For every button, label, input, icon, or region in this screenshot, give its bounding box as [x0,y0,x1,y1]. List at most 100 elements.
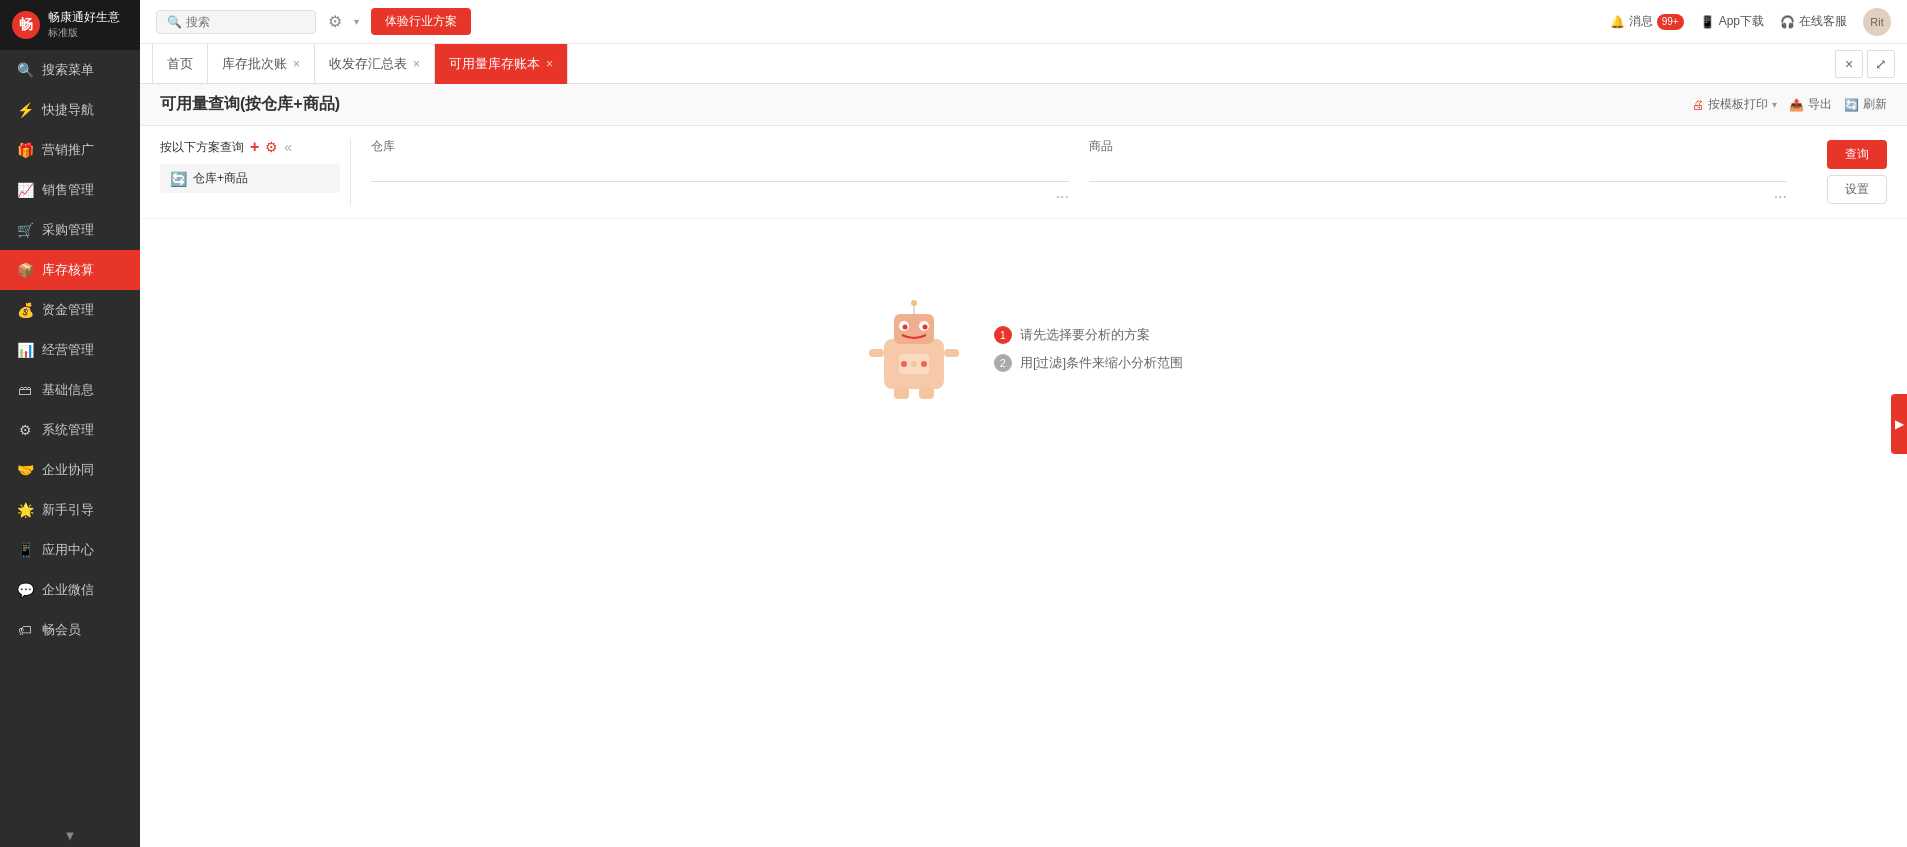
dropdown-arrow-icon[interactable]: ▾ [354,16,359,27]
tip-num-1: 1 [994,326,1012,344]
chat-icon: 💬 [16,581,34,599]
page-header-actions: 🖨 按模板打印 ▾ 📤 导出 🔄 刷新 [1692,96,1887,113]
search-icon: 🔍 [167,15,182,29]
tab-home[interactable]: 首页 [152,44,208,84]
tab-close-button[interactable]: × [1835,50,1863,78]
tabbar: 首页 库存批次账 × 收发存汇总表 × 可用量库存账本 × × ⤢ [140,44,1907,84]
filter-warehouse-input[interactable] [371,159,1069,182]
gift-icon: 🎁 [16,141,34,159]
message-button[interactable]: 🔔 消息 99+ [1610,13,1684,30]
online-service-label: 在线客服 [1799,13,1847,30]
sidebar-item-quicknav[interactable]: ⚡ 快捷导航 [0,90,140,130]
topbar: 🔍 ⚙ ▾ 体验行业方案 🔔 消息 99+ 📱 App下载 🎧 在线客服 Rit [140,0,1907,44]
svg-rect-11 [919,387,934,399]
refresh-button[interactable]: 🔄 刷新 [1844,96,1887,113]
online-service-button[interactable]: 🎧 在线客服 [1780,13,1847,30]
tab-batch-account-close[interactable]: × [293,58,300,70]
sidebar-item-label: 畅会员 [42,621,81,639]
tab-receipt-summary[interactable]: 收发存汇总表 × [315,44,435,84]
sidebar-item-label: 库存核算 [42,261,94,279]
topbar-search-box[interactable]: 🔍 [156,10,316,34]
sidebar-item-finance[interactable]: 💰 资金管理 [0,290,140,330]
sidebar-item-appcenter[interactable]: 📱 应用中心 [0,530,140,570]
chart-icon: 📈 [16,181,34,199]
tab-receipt-summary-close[interactable]: × [413,58,420,70]
chevron-down-icon: ▼ [64,828,77,843]
search-icon: 🔍 [16,61,34,79]
sidebar-scroll-down[interactable]: ▼ [0,824,140,847]
tab-receipt-summary-label: 收发存汇总表 [329,55,407,73]
message-label: 消息 [1629,13,1653,30]
sidebar-item-guide[interactable]: 🌟 新手引导 [0,490,140,530]
filter-goods-input[interactable] [1089,159,1787,182]
sidebar-item-member[interactable]: 🏷 畅会员 [0,610,140,650]
app-download-button[interactable]: 📱 App下载 [1700,13,1764,30]
export-button[interactable]: 📤 导出 [1789,96,1832,113]
sidebar-item-search[interactable]: 🔍 搜索菜单 [0,50,140,90]
empty-tips: 1 请先选择要分析的方案 2 用[过滤]条件来缩小分析范围 [994,326,1183,372]
tab-expand-button[interactable]: ⤢ [1867,50,1895,78]
sidebar-item-system[interactable]: ⚙ 系统管理 [0,410,140,450]
industry-solution-button[interactable]: 体验行业方案 [371,8,471,35]
tab-home-label: 首页 [167,55,193,73]
empty-tip-2: 2 用[过滤]条件来缩小分析范围 [994,354,1183,372]
tab-available-account-close[interactable]: × [546,58,553,70]
settings-schema-icon[interactable]: ⚙ [265,139,278,155]
tab-batch-account[interactable]: 库存批次账 × [208,44,315,84]
box-icon: 📦 [16,261,34,279]
sidebar-item-operation[interactable]: 📊 经营管理 [0,330,140,370]
filter-schema-panel: 按以下方案查询 + ⚙ « 🔄 仓库+商品 [160,138,340,193]
filter-schema-title: 按以下方案查询 [160,139,244,156]
tag-icon: 🏷 [16,621,34,639]
avatar[interactable]: Rit [1863,8,1891,36]
svg-point-14 [911,361,917,367]
bell-icon: 🔔 [1610,15,1625,29]
sidebar-subtitle: 标准版 [48,26,120,40]
schema-label: 仓库+商品 [193,170,248,187]
sidebar-item-enterprise[interactable]: 🤝 企业协同 [0,450,140,490]
tab-available-account[interactable]: 可用量库存账本 × [435,44,568,84]
page-content: 可用量查询(按仓库+商品) 🖨 按模板打印 ▾ 📤 导出 🔄 刷新 [140,84,1907,847]
filter-warehouse-field: 仓库 ··· [371,138,1069,206]
sidebar-item-label: 企业协同 [42,461,94,479]
sidebar-item-label: 搜索菜单 [42,61,94,79]
query-button[interactable]: 查询 [1827,140,1887,169]
svg-point-13 [901,361,907,367]
sidebar-item-label: 采购管理 [42,221,94,239]
filter-warehouse-label: 仓库 [371,138,1069,155]
filter-schema-header: 按以下方案查询 + ⚙ « [160,138,340,156]
headset-icon: 🎧 [1780,15,1795,29]
svg-point-4 [902,325,907,330]
filter-settings-button[interactable]: 设置 [1827,175,1887,204]
sidebar-item-wechat[interactable]: 💬 企业微信 [0,570,140,610]
svg-rect-9 [944,349,959,357]
search-input[interactable] [186,15,306,29]
empty-state: 1 请先选择要分析的方案 2 用[过滤]条件来缩小分析范围 [140,219,1907,479]
settings-icon[interactable]: ⚙ [328,12,342,31]
sidebar-item-inventory[interactable]: 📦 库存核算 [0,250,140,290]
sidebar-title: 畅康通好生意 [48,10,120,26]
sidebar-item-label: 应用中心 [42,541,94,559]
sidebar-item-label: 销售管理 [42,181,94,199]
filter-section: 按以下方案查询 + ⚙ « 🔄 仓库+商品 仓库 ··· [140,126,1907,219]
phone-icon: 📱 [1700,15,1715,29]
export-icon: 📤 [1789,98,1804,112]
goods-more-icon[interactable]: ··· [1774,188,1787,206]
print-dropdown-icon[interactable]: ▾ [1772,99,1777,110]
schema-warehouse-goods[interactable]: 🔄 仓库+商品 [160,164,340,193]
right-scroll-button[interactable]: ▶ [1891,394,1907,454]
sidebar-item-marketing[interactable]: 🎁 营销推广 [0,130,140,170]
svg-rect-10 [894,387,909,399]
sidebar-item-sales[interactable]: 📈 销售管理 [0,170,140,210]
sidebar-item-purchase[interactable]: 🛒 采购管理 [0,210,140,250]
svg-point-7 [911,300,917,306]
sidebar-item-basic[interactable]: 🗃 基础信息 [0,370,140,410]
sidebar-logo: 畅 [12,11,40,39]
warehouse-more-icon[interactable]: ··· [1056,188,1069,206]
empty-state-content: 1 请先选择要分析的方案 2 用[过滤]条件来缩小分析范围 [864,299,1183,399]
money-icon: 💰 [16,301,34,319]
tab-available-account-label: 可用量库存账本 [449,55,540,73]
add-schema-icon[interactable]: + [250,138,259,156]
collapse-icon[interactable]: « [284,139,292,155]
template-print-button[interactable]: 🖨 按模板打印 ▾ [1692,96,1777,113]
